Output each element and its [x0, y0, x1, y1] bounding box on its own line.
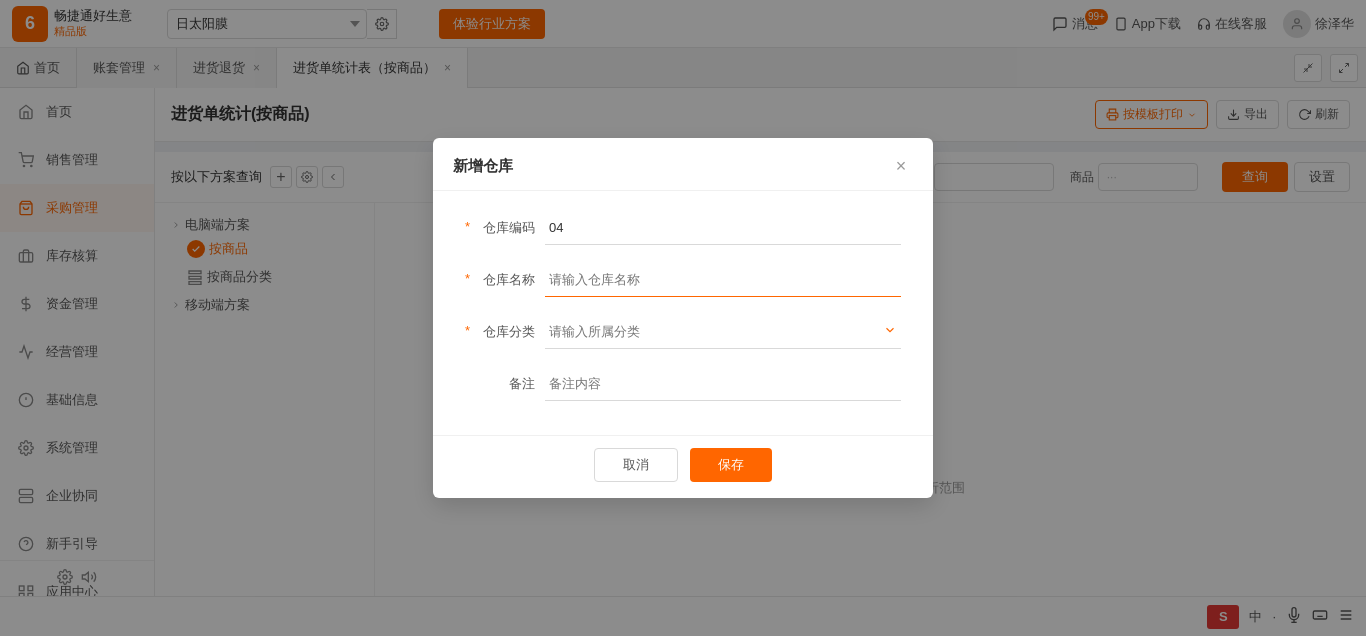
field-code-wrap [545, 211, 901, 245]
field-category-select-wrap[interactable] [545, 315, 901, 349]
field-code-input[interactable] [545, 211, 901, 245]
add-warehouse-dialog: 新增仓库 × 仓库编码 仓库名称 仓库分类 [433, 138, 933, 498]
form-row-category: 仓库分类 [465, 315, 901, 349]
field-code-label: 仓库编码 [465, 219, 545, 237]
field-remark-wrap [545, 367, 901, 401]
field-name-label: 仓库名称 [465, 271, 545, 289]
dialog-title: 新增仓库 [453, 157, 513, 176]
field-category-input[interactable] [545, 315, 901, 349]
form-row-remark: 备注 [465, 367, 901, 401]
dialog-header: 新增仓库 × [433, 138, 933, 191]
dialog-body: 仓库编码 仓库名称 仓库分类 [433, 191, 933, 435]
field-remark-input[interactable] [545, 367, 901, 401]
dialog-overlay: 新增仓库 × 仓库编码 仓库名称 仓库分类 [0, 0, 1366, 636]
field-category-label: 仓库分类 [465, 323, 545, 341]
field-remark-label: 备注 [465, 375, 545, 393]
field-category-wrap [545, 315, 901, 349]
cancel-button[interactable]: 取消 [594, 448, 678, 482]
dialog-footer: 取消 保存 [433, 435, 933, 498]
dialog-close-button[interactable]: × [889, 154, 913, 178]
form-row-name: 仓库名称 [465, 263, 901, 297]
field-name-input[interactable] [545, 263, 901, 297]
save-button[interactable]: 保存 [690, 448, 772, 482]
field-name-wrap [545, 263, 901, 297]
form-row-code: 仓库编码 [465, 211, 901, 245]
